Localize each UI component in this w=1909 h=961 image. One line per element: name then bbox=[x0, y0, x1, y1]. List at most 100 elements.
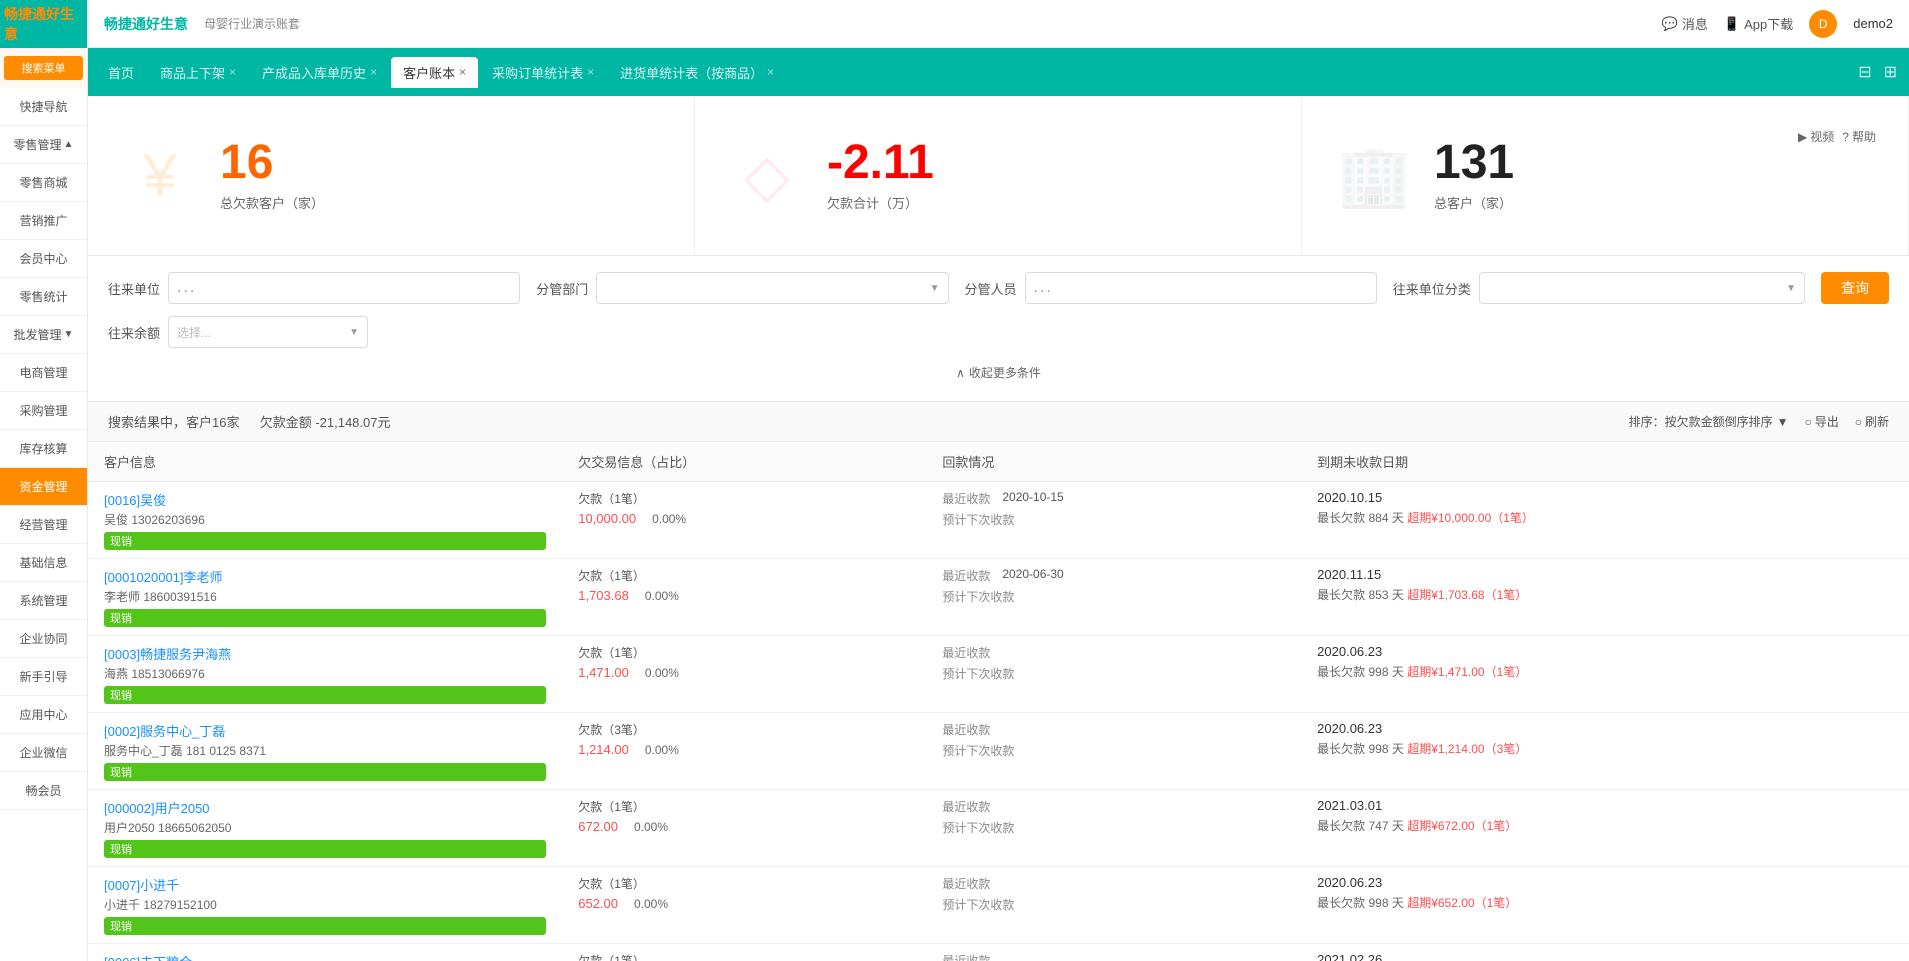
customer-info-block-5: [0007]小进千 小进千 18279152100 现销 bbox=[104, 875, 546, 935]
sidebar-item-system-mgmt[interactable]: 系统管理 bbox=[0, 582, 87, 620]
sidebar-item-app-center[interactable]: 应用中心 bbox=[0, 696, 87, 734]
stat-info-total-customers: 131 总客户（家） bbox=[1434, 139, 1514, 212]
sidebar-item-purchase-mgmt[interactable]: 采购管理 bbox=[0, 392, 87, 430]
sidebar-item-marketing[interactable]: 营销推广 bbox=[0, 202, 87, 240]
debt-row-1: 欠款（1笔） bbox=[578, 567, 910, 584]
last-payment-label-3: 最近收款 bbox=[942, 721, 990, 738]
overdue-amount-link-3[interactable]: 超期¥1,214.00（3笔） bbox=[1407, 742, 1527, 756]
tab-purchase-stats-close[interactable]: × bbox=[587, 65, 594, 79]
sidebar-item-basic-info[interactable]: 基础信息 bbox=[0, 544, 87, 582]
due-date-value-5: 2020.06.23 bbox=[1317, 875, 1893, 890]
tab-bar: 首页 商品上下架 × 产成品入库单历史 × 客户账本 × 采购订单统计表 × 进… bbox=[88, 48, 1909, 96]
debt-amount-1: 1,703.68 bbox=[578, 588, 629, 603]
tab-home[interactable]: 首页 bbox=[96, 57, 146, 88]
cell-debt-info-6: 欠款（1笔） 455.90 0.00% bbox=[562, 944, 926, 961]
export-label: 导出 bbox=[1815, 413, 1839, 430]
search-menu-button[interactable]: 搜索菜单 bbox=[4, 56, 83, 80]
table-row: [0016]吴俊 吴俊 13026203696 现销 欠款（1笔） 10,000… bbox=[88, 482, 1909, 559]
customer-tag-4: 现销 bbox=[104, 840, 546, 858]
sidebar-item-wholesale-mgmt[interactable]: 批发管理▼ bbox=[0, 316, 87, 354]
help-icon: ? bbox=[1842, 130, 1849, 144]
debt-cell-4: 欠款（1笔） 672.00 0.00% bbox=[578, 798, 910, 834]
collapse-filter-button[interactable]: ∧ 收起更多条件 bbox=[108, 360, 1889, 385]
stat-info-debt-customers: 16 总欠款客户（家） bbox=[220, 139, 324, 212]
sidebar-item-quick-nav[interactable]: 快捷导航 bbox=[0, 88, 87, 126]
filter-balance-select[interactable]: 选择... ▼ bbox=[168, 316, 368, 348]
filter-person-label: 分管人员 bbox=[965, 279, 1017, 298]
overdue-amount-link-0[interactable]: 超期¥10,000.00（1笔） bbox=[1407, 511, 1534, 525]
sidebar-item-member-vip[interactable]: 畅会员 bbox=[0, 772, 87, 810]
sidebar-item-enterprise-wechat[interactable]: 企业微信 bbox=[0, 734, 87, 772]
sidebar-item-retail-mall[interactable]: 零售商城 bbox=[0, 164, 87, 202]
filter-category-select[interactable]: ▼ bbox=[1479, 272, 1805, 304]
filter-department-select[interactable]: ▼ bbox=[596, 272, 948, 304]
overdue-amount-link-2[interactable]: 超期¥1,471.00（1笔） bbox=[1407, 665, 1527, 679]
video-action-button[interactable]: ▶ 视频 bbox=[1798, 128, 1834, 145]
last-payment-row-5: 最近收款 bbox=[942, 875, 1285, 892]
debt-cell-3: 欠款（3笔） 1,214.00 0.00% bbox=[578, 721, 910, 757]
filter-row-2: 往来余额 选择... ▼ bbox=[108, 316, 1889, 348]
refresh-button[interactable]: ○ 刷新 bbox=[1855, 413, 1889, 430]
customer-tag-2: 现销 bbox=[104, 686, 546, 704]
payment-info-2: 最近收款 预计下次收款 bbox=[942, 644, 1285, 682]
window-restore-button[interactable]: ⊟ bbox=[1854, 58, 1875, 86]
sidebar-item-inventory[interactable]: 库存核算 bbox=[0, 430, 87, 468]
overdue-amount-link-1[interactable]: 超期¥1,703.68（1笔） bbox=[1407, 588, 1527, 602]
tab-purchase-goods-stats[interactable]: 进货单统计表（按商品） × bbox=[608, 57, 786, 88]
customer-name-link-5[interactable]: [0007]小进千 bbox=[104, 875, 546, 894]
export-button[interactable]: ○ 导出 bbox=[1804, 413, 1838, 430]
tab-purchase-goods-stats-close[interactable]: × bbox=[767, 65, 774, 79]
tab-production-history-close[interactable]: × bbox=[370, 65, 377, 79]
sort-button[interactable]: 排序：按欠款金额倒序排序 ▼ bbox=[1629, 413, 1789, 430]
filter-person-input[interactable]: ... bbox=[1025, 272, 1377, 304]
user-avatar[interactable]: D bbox=[1809, 10, 1837, 38]
customer-name-link-4[interactable]: [000002]用户2050 bbox=[104, 798, 546, 817]
message-button[interactable]: 💬 消息 bbox=[1662, 14, 1708, 33]
overdue-amount-link-5[interactable]: 超期¥652.00（1笔） bbox=[1407, 896, 1517, 910]
debt-pct-0: 0.00% bbox=[652, 512, 686, 526]
sidebar-item-beginner-guide[interactable]: 新手引导 bbox=[0, 658, 87, 696]
sidebar-item-member-center[interactable]: 会员中心 bbox=[0, 240, 87, 278]
sidebar-item-capital-mgmt[interactable]: 资金管理 bbox=[0, 468, 87, 506]
help-action-button[interactable]: ? 帮助 bbox=[1842, 128, 1876, 145]
sidebar-item-ecommerce[interactable]: 电商管理 bbox=[0, 354, 87, 392]
customer-name-link-1[interactable]: [0001020001]李老师 bbox=[104, 567, 546, 586]
sidebar-item-operation-mgmt[interactable]: 经营管理 bbox=[0, 506, 87, 544]
query-button[interactable]: 查询 bbox=[1821, 272, 1889, 304]
tab-customer-account-close[interactable]: × bbox=[459, 65, 466, 79]
sidebar-item-retail-stats[interactable]: 零售统计 bbox=[0, 278, 87, 316]
tab-production-history[interactable]: 产成品入库单历史 × bbox=[250, 57, 389, 88]
table-row: [000002]用户2050 用户2050 18665062050 现销 欠款（… bbox=[88, 790, 1909, 867]
filter-balance-placeholder: 选择... bbox=[177, 324, 211, 341]
last-payment-row-6: 最近收款 bbox=[942, 952, 1285, 961]
customer-name-link-2[interactable]: [0003]畅捷服务尹海燕 bbox=[104, 644, 546, 663]
overdue-amount-link-4[interactable]: 超期¥672.00（1笔） bbox=[1407, 819, 1517, 833]
tab-customer-account[interactable]: 客户账本 × bbox=[391, 57, 478, 88]
table-row: [0007]小进千 小进千 18279152100 现销 欠款（1笔） 652.… bbox=[88, 867, 1909, 944]
sidebar-item-enterprise-collab[interactable]: 企业协同 bbox=[0, 620, 87, 658]
tab-product-onoff[interactable]: 商品上下架 × bbox=[148, 57, 248, 88]
cell-debt-info-5: 欠款（1笔） 652.00 0.00% bbox=[562, 867, 926, 944]
table-row: [0002]服务中心_丁磊 服务中心_丁磊 181 0125 8371 现销 欠… bbox=[88, 713, 1909, 790]
app-download-button[interactable]: 📱 App下载 bbox=[1724, 14, 1793, 33]
customer-phone-1: 李老师 18600391516 bbox=[104, 588, 546, 605]
tab-product-onoff-close[interactable]: × bbox=[229, 65, 236, 79]
customer-name-link-0[interactable]: [0016]吴俊 bbox=[104, 490, 546, 509]
last-payment-row-3: 最近收款 bbox=[942, 721, 1285, 738]
payment-info-0: 最近收款 2020-10-15 预计下次收款 bbox=[942, 490, 1285, 528]
due-date-cell-5: 2020.06.23 最长欠款 998 天 超期¥652.00（1笔） bbox=[1317, 875, 1893, 911]
user-name[interactable]: demo2 bbox=[1853, 16, 1893, 31]
customer-name-link-6[interactable]: [0006]去下粮仓 bbox=[104, 952, 546, 961]
sidebar-item-retail-mgmt[interactable]: 零售管理▲ bbox=[0, 126, 87, 164]
tab-purchase-stats[interactable]: 采购订单统计表 × bbox=[480, 57, 606, 88]
customer-name-link-3[interactable]: [0002]服务中心_丁磊 bbox=[104, 721, 546, 740]
cell-customer-info-1: [0001020001]李老师 李老师 18600391516 现销 bbox=[88, 559, 562, 636]
customer-info-block-3: [0002]服务中心_丁磊 服务中心_丁磊 181 0125 8371 现销 bbox=[104, 721, 546, 781]
debt-pct-2: 0.00% bbox=[645, 666, 679, 680]
overdue-info-row-4: 最长欠款 747 天 超期¥672.00（1笔） bbox=[1317, 817, 1893, 834]
debt-amount-row-4: 672.00 0.00% bbox=[578, 819, 910, 834]
window-maximize-button[interactable]: ⊞ bbox=[1880, 58, 1901, 86]
debt-pct-1: 0.00% bbox=[645, 589, 679, 603]
filter-supplier-input[interactable]: ... bbox=[168, 272, 520, 304]
filter-item-person: 分管人员 ... bbox=[965, 272, 1377, 304]
